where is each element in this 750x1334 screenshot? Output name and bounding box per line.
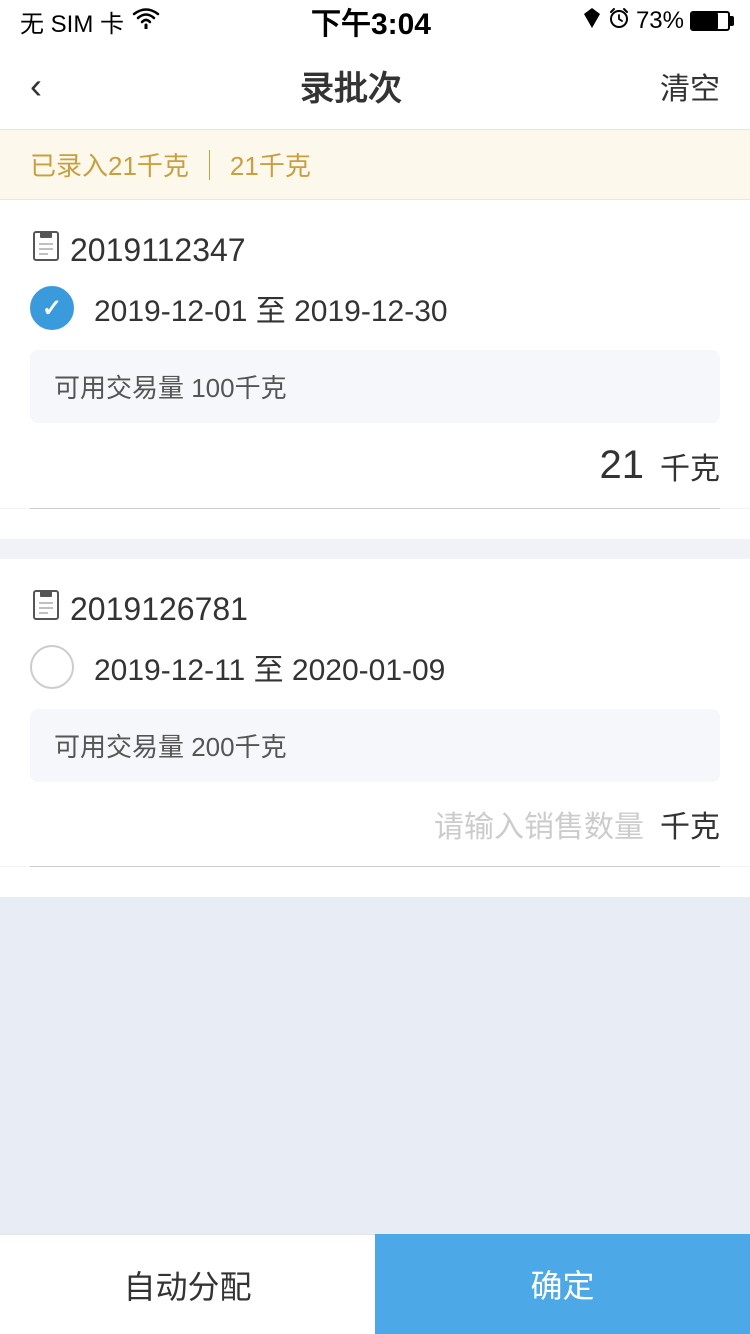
batch1-qty-value[interactable]: 21 [600,443,645,488]
auto-distribute-button[interactable]: 自动分配 [0,1234,375,1334]
alarm-icon [608,7,630,36]
batch2-available-qty: 可用交易量 200千克 [30,709,720,782]
battery-percent: 73% [636,7,684,35]
batch1-icon [30,230,62,270]
batch1-radio[interactable] [30,286,74,330]
batch2-id-row: 2019126781 [30,589,720,629]
status-right: 73% [582,6,730,37]
clear-button[interactable]: 清空 [660,64,720,108]
empty-area [0,897,750,1277]
battery-icon [690,11,730,31]
batch1-card: 2019112347 2019-12-01 至 2019-12-30 可用交易量… [0,200,750,423]
batch2-id: 2019126781 [70,591,248,628]
batch2-qty-unit: 千克 [660,802,720,846]
total-text: 21千克 [230,146,311,183]
nav-bar: ‹ 录批次 清空 [0,42,750,130]
recorded-text: 已录入21千克 [30,146,189,183]
info-banner: 已录入21千克 21千克 [0,130,750,200]
status-time: 下午3:04 [311,0,431,43]
batch2-qty-row: 请输入销售数量 千克 [0,782,750,866]
batch1-id-row: 2019112347 [30,230,720,270]
back-button[interactable]: ‹ [30,65,42,107]
batch1-bottom-padding [0,509,750,539]
batch1-qty-unit: 千克 [660,444,720,488]
batch2-date: 2019-12-11 至 2020-01-09 [94,645,445,689]
wifi-icon [132,7,160,36]
confirm-button[interactable]: 确定 [375,1234,750,1334]
bottom-bar: 自动分配 确定 [0,1234,750,1334]
batch1-available-qty: 可用交易量 100千克 [30,350,720,423]
status-bar: 无 SIM 卡 下午3:04 73% [0,0,750,42]
batch1-date-row: 2019-12-01 至 2019-12-30 [30,286,720,330]
batch1-id: 2019112347 [70,232,246,269]
batch2-date-row: 2019-12-11 至 2020-01-09 [30,645,720,689]
info-divider [209,150,210,180]
page-title: 录批次 [300,61,402,110]
sim-text: 无 SIM 卡 [20,4,124,39]
batch2-bottom-padding [0,867,750,897]
batch2-qty-placeholder[interactable]: 请输入销售数量 [434,802,644,846]
card-divider [0,539,750,559]
batch2-card: 2019126781 2019-12-11 至 2020-01-09 可用交易量… [0,559,750,782]
batch1-date: 2019-12-01 至 2019-12-30 [94,286,448,330]
batch2-icon [30,589,62,629]
status-left: 无 SIM 卡 [20,4,160,39]
location-icon [582,6,602,37]
batch1-qty-row: 21 千克 [0,423,750,508]
batch2-radio[interactable] [30,645,74,689]
